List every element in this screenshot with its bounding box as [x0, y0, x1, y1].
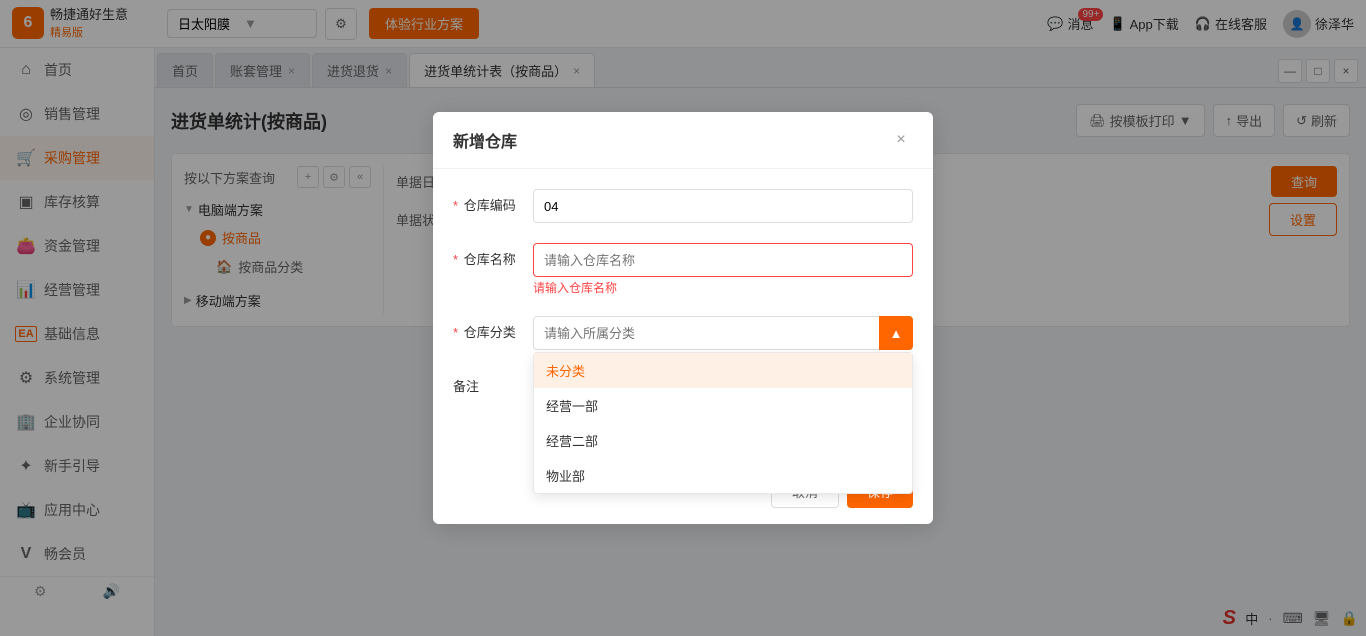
dialog-close-button[interactable]: ×: [889, 128, 913, 152]
category-label: * 仓库分类: [453, 316, 533, 341]
dialog-header: 新增仓库 ×: [433, 112, 933, 169]
category-toggle-btn[interactable]: ▲: [879, 316, 913, 350]
form-field-code: * 仓库编码: [453, 189, 913, 223]
code-required-star: *: [453, 198, 458, 213]
name-input-wrap: 请输入仓库名称: [533, 243, 913, 296]
dropdown-item-ops1[interactable]: 经营一部: [534, 388, 912, 423]
category-required-star: *: [453, 325, 458, 340]
code-label: * 仓库编码: [453, 189, 533, 214]
form-field-name: * 仓库名称 请输入仓库名称: [453, 243, 913, 296]
name-error-msg: 请输入仓库名称: [533, 279, 913, 296]
dropdown-item-property[interactable]: 物业部: [534, 458, 912, 493]
modal-overlay: 新增仓库 × * 仓库编码 * 仓库名称: [0, 0, 1366, 636]
code-input[interactable]: [533, 189, 913, 223]
category-input[interactable]: [533, 316, 913, 350]
name-required-star: *: [453, 252, 458, 267]
note-label: 备注: [453, 370, 533, 395]
name-label: * 仓库名称: [453, 243, 533, 268]
code-input-wrap: [533, 189, 913, 223]
name-input[interactable]: [533, 243, 913, 277]
dialog-title: 新增仓库: [453, 128, 517, 152]
chevron-up-icon: ▲: [890, 326, 903, 341]
dropdown-item-unclassified[interactable]: 未分类: [534, 353, 912, 388]
dialog-add-warehouse: 新增仓库 × * 仓库编码 * 仓库名称: [433, 112, 933, 524]
form-field-category: * 仓库分类 ▲ 未分类 经营一部 经营二部 物业部: [453, 316, 913, 350]
dropdown-item-ops2[interactable]: 经营二部: [534, 423, 912, 458]
category-dropdown-list: 未分类 经营一部 经营二部 物业部: [533, 352, 913, 494]
category-input-wrap: ▲ 未分类 经营一部 经营二部 物业部: [533, 316, 913, 350]
dialog-body: * 仓库编码 * 仓库名称 请输入仓库名称: [433, 169, 933, 443]
